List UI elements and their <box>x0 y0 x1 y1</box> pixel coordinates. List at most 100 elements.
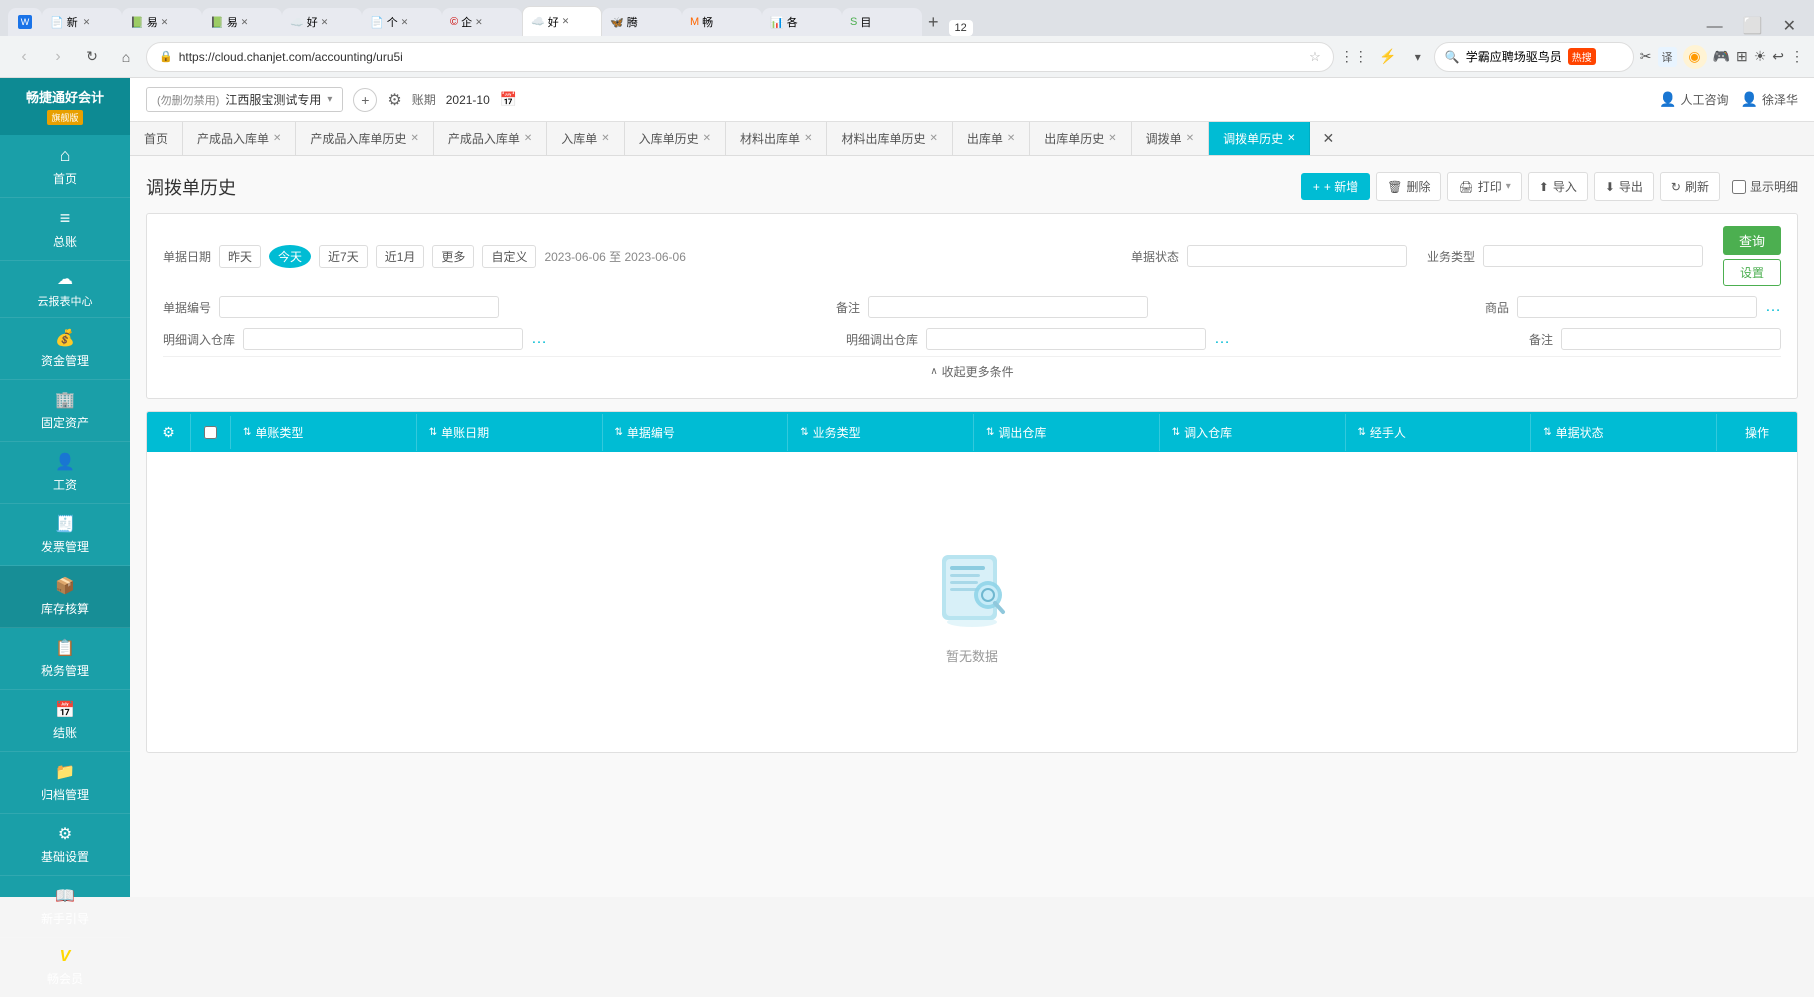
window-maximize[interactable]: ⬜ <box>1733 16 1773 36</box>
new-btn[interactable]: + + 新增 <box>1301 173 1370 200</box>
settings-btn[interactable]: 设置 <box>1723 259 1781 286</box>
bookmark-icon[interactable]: ☆ <box>1309 49 1321 65</box>
delete-btn[interactable]: 🗑 删除 <box>1376 172 1441 201</box>
tab-material-out[interactable]: 材料出库单 ✕ <box>726 122 827 155</box>
translate-icon[interactable]: 译 <box>1658 47 1677 67</box>
sidebar-item-invoice[interactable]: 🧾 发票管理 <box>0 504 130 566</box>
tab-transfer-history[interactable]: 调拨单历史 ✕ <box>1209 122 1310 155</box>
tab-close-inbound-history[interactable]: ✕ <box>703 133 711 144</box>
sidebar-item-fixed[interactable]: 🏢 固定资产 <box>0 380 130 442</box>
biz-type-select[interactable] <box>1483 245 1703 267</box>
print-btn[interactable]: 🖨 打印 ▾ <box>1447 172 1521 201</box>
th-doc-date[interactable]: ⇅ 单账日期 <box>417 414 603 451</box>
nav-refresh[interactable]: ↻ <box>78 43 106 71</box>
tab-close-transfer-history[interactable]: ✕ <box>1287 133 1295 144</box>
add-company-btn[interactable]: + <box>353 88 377 112</box>
sidebar-item-closing[interactable]: 📅 结账 <box>0 690 130 752</box>
select-all-checkbox[interactable] <box>204 426 217 439</box>
goods-more-icon[interactable]: … <box>1765 298 1781 316</box>
date-btn-7days[interactable]: 近7天 <box>319 245 368 268</box>
date-btn-custom[interactable]: 自定义 <box>482 245 536 268</box>
tab-close-0[interactable]: ✕ <box>83 17 91 28</box>
sidebar-item-report[interactable]: ☁ 云报表中心 <box>0 261 130 318</box>
tab-close-4[interactable]: ✕ <box>401 17 409 28</box>
tab-close-outbound[interactable]: ✕ <box>1007 133 1015 144</box>
tab-close-3[interactable]: ✕ <box>321 17 329 28</box>
th-biz-type[interactable]: ⇅ 业务类型 <box>788 414 974 451</box>
tab-close-inbound[interactable]: ✕ <box>601 133 609 144</box>
detail-remark-input[interactable] <box>1561 328 1781 350</box>
tab-close-transfer[interactable]: ✕ <box>1186 133 1194 144</box>
sidebar-item-home[interactable]: ⌂ 首页 <box>0 135 130 198</box>
browser-tab-yi1[interactable]: 📗 易 ✕ <box>122 8 202 36</box>
th-checkbox-cell[interactable] <box>191 416 231 449</box>
dropdown-icon[interactable]: ▾ <box>1408 43 1428 71</box>
doc-no-input[interactable] <box>219 296 499 318</box>
th-transfer-in[interactable]: ⇅ 调入仓库 <box>1160 414 1346 451</box>
th-doc-no[interactable]: ⇅ 单据编号 <box>603 414 789 451</box>
company-settings-btn[interactable]: ⚙ <box>387 90 401 110</box>
status-select[interactable] <box>1187 245 1407 267</box>
tab-close-2[interactable]: ✕ <box>241 17 249 28</box>
wallet-icon[interactable]: ◉ <box>1683 45 1707 69</box>
service-btn[interactable]: 👤 人工咨询 <box>1659 91 1728 108</box>
tab-product-in2[interactable]: 产成品入库单 ✕ <box>434 122 547 155</box>
new-tab-btn[interactable]: + <box>922 8 945 36</box>
tab-close-outbound-history[interactable]: ✕ <box>1108 133 1116 144</box>
tab-close-product-in2[interactable]: ✕ <box>524 133 532 144</box>
tab-inbound-history[interactable]: 入库单历史 ✕ <box>625 122 726 155</box>
tab-close-5[interactable]: ✕ <box>475 17 483 28</box>
sidebar-item-fund[interactable]: 💰 资金管理 <box>0 318 130 380</box>
browser-tab-teng[interactable]: 🦋 腾 <box>602 8 682 36</box>
browser-tab-zi[interactable]: 📄 新 ✕ <box>42 8 122 36</box>
import-btn[interactable]: ⬆ 导入 <box>1528 172 1588 201</box>
nav-back[interactable]: ‹ <box>10 43 38 71</box>
sidebar-item-archive[interactable]: 📁 归档管理 <box>0 752 130 814</box>
brightness-icon[interactable]: ☀ <box>1754 48 1767 65</box>
date-btn-yesterday[interactable]: 昨天 <box>219 245 261 268</box>
sidebar-item-ledger[interactable]: ≡ 总账 <box>0 198 130 261</box>
more-icon[interactable]: ⋮ <box>1790 48 1804 65</box>
browser-tab-chang[interactable]: M 畅 <box>682 8 762 36</box>
detail-out-input[interactable] <box>926 328 1206 350</box>
tab-outbound[interactable]: 出库单 ✕ <box>953 122 1030 155</box>
date-btn-today[interactable]: 今天 <box>269 245 311 268</box>
collapse-row[interactable]: ∧ 收起更多条件 <box>163 356 1781 386</box>
sidebar-item-salary[interactable]: 👤 工资 <box>0 442 130 504</box>
games-icon[interactable]: 🎮 <box>1713 48 1730 65</box>
tab-close-product-in-history[interactable]: ✕ <box>410 133 418 144</box>
browser-tab-hao[interactable]: ☁️ 好 ✕ <box>282 8 362 36</box>
scissors-icon[interactable]: ✂ <box>1640 48 1652 65</box>
browser-tab[interactable]: W <box>8 8 42 36</box>
window-close[interactable]: ✕ <box>1773 16 1806 36</box>
extensions-icon[interactable]: ⋮⋮ <box>1340 43 1368 71</box>
date-btn-1month[interactable]: 近1月 <box>376 245 425 268</box>
th-transfer-out[interactable]: ⇅ 调出仓库 <box>974 414 1160 451</box>
detail-in-input[interactable] <box>243 328 523 350</box>
tab-bar-close[interactable]: ✕ <box>1310 122 1346 155</box>
nav-forward[interactable]: › <box>44 43 72 71</box>
address-bar[interactable]: 🔒 https://cloud.chanjet.com/accounting/u… <box>146 42 1334 72</box>
detail-in-more-icon[interactable]: … <box>531 330 547 348</box>
export-btn[interactable]: ⬇ 导出 <box>1594 172 1654 201</box>
sidebar-item-guide[interactable]: 📖 新手引导 <box>0 876 130 938</box>
date-btn-more[interactable]: 更多 <box>432 245 474 268</box>
tab-close-1[interactable]: ✕ <box>161 17 169 28</box>
layout-icon[interactable]: ⊞ <box>1736 48 1748 65</box>
sidebar-item-tax[interactable]: 📋 税务管理 <box>0 628 130 690</box>
th-doc-type[interactable]: ⇅ 单账类型 <box>231 414 417 451</box>
browser-tab-qi[interactable]: © 企 ✕ <box>442 8 522 36</box>
query-btn[interactable]: 查询 <box>1723 226 1781 255</box>
nav-home[interactable]: ⌂ <box>112 43 140 71</box>
refresh-btn[interactable]: ↻ 刷新 <box>1660 172 1720 201</box>
th-doc-status[interactable]: ⇅ 单据状态 <box>1531 414 1717 451</box>
calendar-icon[interactable]: 📅 <box>500 91 517 108</box>
company-selector[interactable]: (勿删勿禁用) 江西服宝测试专用 ▾ <box>146 87 343 112</box>
tab-close-material-out[interactable]: ✕ <box>804 133 812 144</box>
tab-close-material-out-history[interactable]: ✕ <box>929 133 937 144</box>
undo-icon[interactable]: ↩ <box>1772 48 1784 65</box>
sidebar-item-settings[interactable]: ⚙ 基础设置 <box>0 814 130 876</box>
browser-tab-mu[interactable]: S 目 <box>842 8 922 36</box>
remark-input[interactable] <box>868 296 1148 318</box>
th-settings-cell[interactable]: ⚙ <box>147 414 191 451</box>
